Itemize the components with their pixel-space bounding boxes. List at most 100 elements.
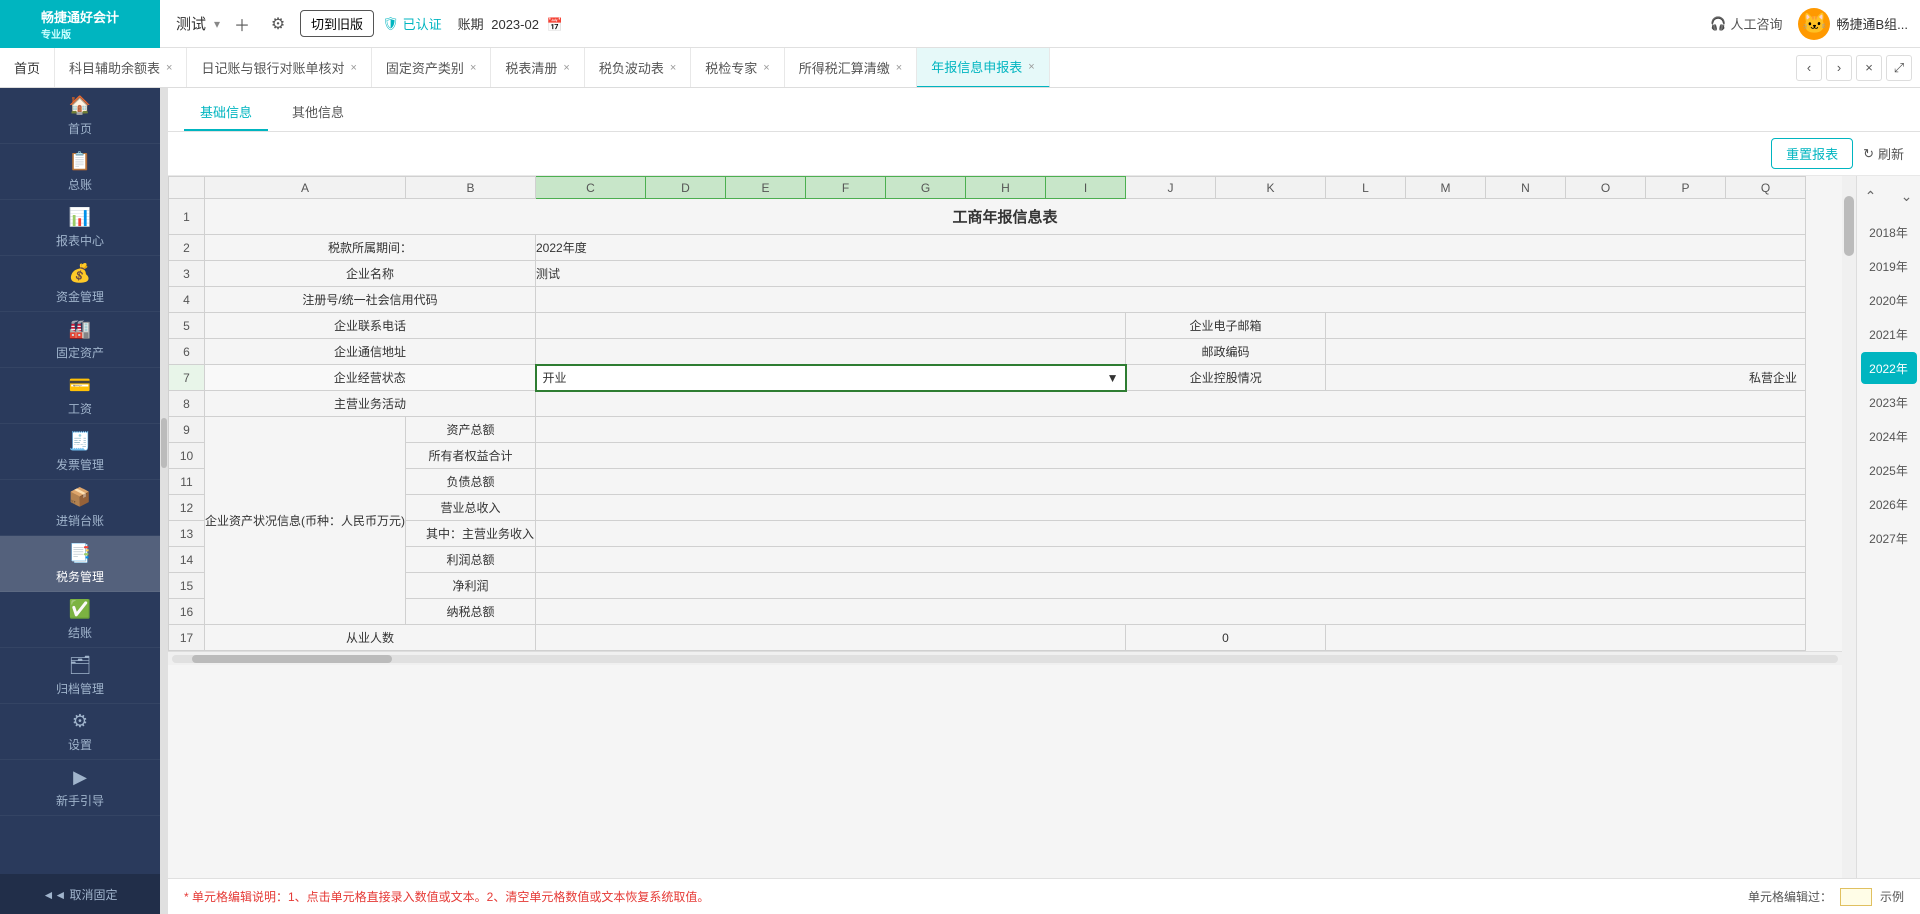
tab-tax-expert[interactable]: 税检专家 × xyxy=(691,48,784,88)
col-header-F[interactable]: F xyxy=(806,177,886,199)
year-2024[interactable]: 2024年 xyxy=(1861,420,1917,452)
tab-tax-fluctuation[interactable]: 税负波动表 × xyxy=(585,48,691,88)
cell-10-value[interactable] xyxy=(536,443,1806,469)
sidebar-item-tax[interactable]: 📑 税务管理 xyxy=(0,536,160,592)
cell-7-right-value[interactable]: 私营企业 xyxy=(1326,365,1806,391)
close-icon[interactable]: × xyxy=(166,62,172,74)
col-header-L[interactable]: L xyxy=(1326,177,1406,199)
switch-version-button[interactable]: 切到旧版 xyxy=(300,10,374,37)
refresh-button[interactable]: ↻ 刷新 xyxy=(1863,144,1904,163)
cell-13-value[interactable] xyxy=(536,521,1806,547)
sidebar-item-finance[interactable]: 💰 资金管理 xyxy=(0,256,160,312)
tab-annual-report[interactable]: 年报信息申报表 × xyxy=(917,48,1049,88)
tab-journal[interactable]: 日记账与银行对账单核对 × xyxy=(187,48,371,88)
expand-icon[interactable]: ⤢ xyxy=(1886,55,1912,81)
cell-17-value[interactable] xyxy=(536,625,1126,651)
col-header-K[interactable]: K xyxy=(1216,177,1326,199)
sidebar-item-inventory[interactable]: 📦 进销台账 xyxy=(0,480,160,536)
tab-income-tax[interactable]: 所得税汇算清缴 × xyxy=(785,48,917,88)
cell-8-value[interactable] xyxy=(536,391,1806,417)
cell-17-right[interactable] xyxy=(1326,625,1806,651)
year-2026[interactable]: 2026年 xyxy=(1861,488,1917,520)
close-icon[interactable]: × xyxy=(1028,61,1034,73)
close-icon[interactable]: × xyxy=(896,62,902,74)
year-2020[interactable]: 2020年 xyxy=(1861,284,1917,316)
cell-3-value[interactable]: 测试 xyxy=(536,261,1806,287)
subtab-other[interactable]: 其他信息 xyxy=(276,94,360,131)
col-header-D[interactable]: D xyxy=(646,177,726,199)
tab-fixed-assets[interactable]: 固定资产类别 × xyxy=(372,48,491,88)
tab-tax-list[interactable]: 税表清册 × xyxy=(491,48,584,88)
cell-7-value[interactable]: 开业 ▼ xyxy=(536,365,1126,391)
col-header-O[interactable]: O xyxy=(1566,177,1646,199)
settings-icon[interactable]: ⚙ xyxy=(264,10,292,38)
user-menu[interactable]: 🐱 畅捷通B组... xyxy=(1798,8,1908,40)
cell-5-value[interactable] xyxy=(536,313,1126,339)
support-button[interactable]: 🎧 人工咨询 xyxy=(1710,14,1782,33)
sidebar-item-settings[interactable]: ⚙ 设置 xyxy=(0,704,160,760)
cell-5-right-value[interactable] xyxy=(1326,313,1806,339)
sidebar-item-closing[interactable]: ✅ 结账 xyxy=(0,592,160,648)
year-2018[interactable]: 2018年 xyxy=(1861,216,1917,248)
vertical-scrollbar[interactable] xyxy=(1842,176,1856,878)
sidebar-pin-button[interactable]: ◄◄ 取消固定 xyxy=(0,874,160,914)
col-header-A[interactable]: A xyxy=(205,177,406,199)
next-tab-button[interactable]: › xyxy=(1826,55,1852,81)
dropdown-arrow-icon[interactable]: ▼ xyxy=(1107,371,1119,385)
col-header-M[interactable]: M xyxy=(1406,177,1486,199)
tab-home[interactable]: 首页 xyxy=(0,48,55,88)
year-2021[interactable]: 2021年 xyxy=(1861,318,1917,350)
cell-11-value[interactable] xyxy=(536,469,1806,495)
horizontal-scrollbar[interactable] xyxy=(168,651,1842,665)
sidebar-item-reports[interactable]: 📊 报表中心 xyxy=(0,200,160,256)
add-button[interactable]: ＋ xyxy=(228,10,256,38)
cell-1-title[interactable]: 工商年报信息表 xyxy=(205,199,1806,235)
cell-6-value[interactable] xyxy=(536,339,1126,365)
year-nav-down[interactable]: ⌄ xyxy=(1891,184,1920,208)
cell-14-value[interactable] xyxy=(536,547,1806,573)
sidebar-item-ledger[interactable]: 📋 总账 xyxy=(0,144,160,200)
sidebar-item-fixed-assets[interactable]: 🏭 固定资产 xyxy=(0,312,160,368)
prev-tab-button[interactable]: ‹ xyxy=(1796,55,1822,81)
cell-12-value[interactable] xyxy=(536,495,1806,521)
cell-9-value[interactable] xyxy=(536,417,1806,443)
year-nav-up[interactable]: ⌃ xyxy=(1856,184,1887,208)
close-icon[interactable]: × xyxy=(763,62,769,74)
sidebar-scroll[interactable] xyxy=(160,88,168,914)
col-header-G[interactable]: G xyxy=(886,177,966,199)
cell-6-right-value[interactable] xyxy=(1326,339,1806,365)
col-header-C[interactable]: C xyxy=(536,177,646,199)
sidebar-item-home[interactable]: 🏠 首页 xyxy=(0,88,160,144)
close-icon[interactable]: × xyxy=(470,62,476,74)
col-header-I[interactable]: I xyxy=(1046,177,1126,199)
sheet-main[interactable]: A B C D E F G H I J K L xyxy=(168,176,1842,878)
sidebar-item-salary[interactable]: 💳 工资 xyxy=(0,368,160,424)
col-header-N[interactable]: N xyxy=(1486,177,1566,199)
cell-15-value[interactable] xyxy=(536,573,1806,599)
sidebar-item-guide[interactable]: ▶ 新手引导 xyxy=(0,760,160,816)
col-header-H[interactable]: H xyxy=(966,177,1046,199)
tab-subject[interactable]: 科目辅助余额表 × xyxy=(55,48,187,88)
col-header-E[interactable]: E xyxy=(726,177,806,199)
cell-2-value[interactable]: 2022年度 xyxy=(536,235,1806,261)
cell-16-value[interactable] xyxy=(536,599,1806,625)
close-all-tabs-button[interactable]: × xyxy=(1856,55,1882,81)
close-icon[interactable]: × xyxy=(563,62,569,74)
year-2023[interactable]: 2023年 xyxy=(1861,386,1917,418)
sidebar-item-invoice[interactable]: 🧾 发票管理 xyxy=(0,424,160,480)
year-2025[interactable]: 2025年 xyxy=(1861,454,1917,486)
reset-button[interactable]: 重置报表 xyxy=(1771,138,1853,169)
year-2027[interactable]: 2027年 xyxy=(1861,522,1917,554)
col-header-Q[interactable]: Q xyxy=(1726,177,1806,199)
close-icon[interactable]: × xyxy=(670,62,676,74)
sidebar-item-archive[interactable]: 🗂 归档管理 xyxy=(0,648,160,704)
calendar-icon[interactable]: 📅 xyxy=(547,17,563,32)
col-header-J[interactable]: J xyxy=(1126,177,1216,199)
subtab-basic[interactable]: 基础信息 xyxy=(184,94,268,131)
cell-4-value[interactable] xyxy=(536,287,1806,313)
dropdown-arrow-icon[interactable]: ▾ xyxy=(214,17,220,31)
col-header-B[interactable]: B xyxy=(406,177,536,199)
close-icon[interactable]: × xyxy=(350,62,356,74)
year-2022[interactable]: 2022年 xyxy=(1861,352,1917,384)
year-2019[interactable]: 2019年 xyxy=(1861,250,1917,282)
